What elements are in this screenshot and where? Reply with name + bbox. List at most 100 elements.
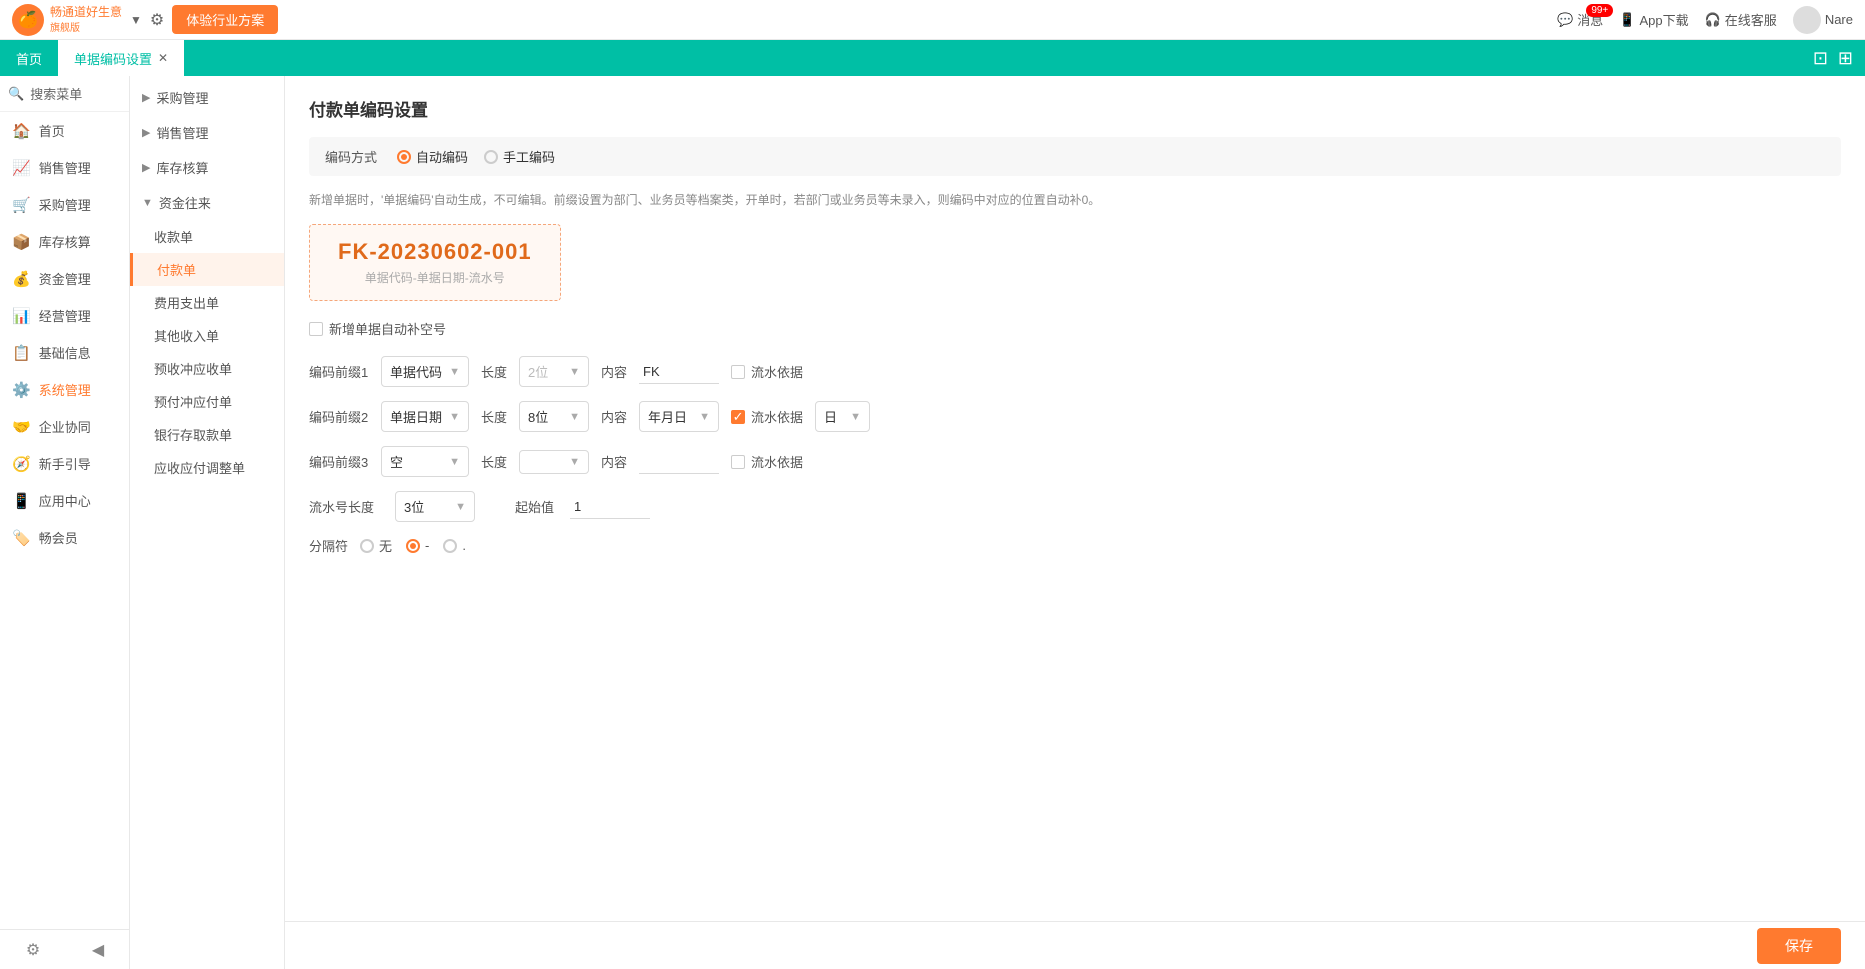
menu-item-other-income[interactable]: 其他收入单 <box>130 319 284 352</box>
sidebar-item-basics[interactable]: 📋 基础信息 <box>0 334 129 371</box>
sidebar-item-home[interactable]: 🏠 首页 <box>0 112 129 149</box>
serial-length-select[interactable]: 3位 ▼ <box>395 491 475 522</box>
guide-icon: 🧭 <box>12 455 31 473</box>
menu-item-bank[interactable]: 银行存取款单 <box>130 418 284 451</box>
separator-row: 分隔符 无 - . <box>309 536 1841 555</box>
content2-select[interactable]: 年月日 ▼ <box>639 401 719 432</box>
start-value-input[interactable] <box>570 495 650 519</box>
menu-item-prepay-pay[interactable]: 预付冲应付单 <box>130 385 284 418</box>
sidebar-item-apps[interactable]: 📱 应用中心 <box>0 482 129 519</box>
chevron-right-icon-2: ▶ <box>142 126 150 139</box>
tab-encoding-settings[interactable]: 单据编码设置 ✕ <box>58 40 184 76</box>
menu-header-sales[interactable]: ▶ 销售管理 <box>130 115 284 150</box>
maximize-icon[interactable]: ⊞ <box>1838 48 1853 69</box>
preview-code: FK-20230602-001 <box>338 239 532 265</box>
save-bar: 保存 <box>285 921 1865 969</box>
top-bar-right: 💬 消息 99+ 📱 App下载 🎧 在线客服 Nare <box>1557 6 1853 34</box>
gear-icon[interactable]: ⚙ <box>150 10 164 30</box>
sales-icon: 📈 <box>12 159 31 177</box>
minimize-icon[interactable]: ⊡ <box>1813 48 1828 69</box>
sep-none-radio <box>360 539 374 553</box>
finance-icon: 💰 <box>12 270 31 288</box>
content2-arrow-icon: ▼ <box>699 411 710 423</box>
sep-dash-radio <box>406 539 420 553</box>
sidebar-item-purchase[interactable]: 🛒 采购管理 <box>0 186 129 223</box>
menu-item-prepay-recv[interactable]: 预收冲应收单 <box>130 352 284 385</box>
menu-group-fund: ▼ 资金往来 收款单 付款单 费用支出单 其他收入单 预收冲应收单 预付冲应付单… <box>130 185 284 484</box>
basics-icon: 📋 <box>12 344 31 362</box>
collapse-icon[interactable]: ◀ <box>92 940 104 960</box>
app-download-button[interactable]: 📱 App下载 <box>1619 10 1688 29</box>
save-button[interactable]: 保存 <box>1757 928 1841 964</box>
sidebar-item-guide[interactable]: 🧭 新手引导 <box>0 445 129 482</box>
menu-group-purchase: ▶ 采购管理 <box>130 80 284 115</box>
settings-bottom-icon[interactable]: ⚙ <box>26 940 40 960</box>
sep-dot-radio <box>443 539 457 553</box>
menu-item-expense[interactable]: 费用支出单 <box>130 286 284 319</box>
menu-group-sales: ▶ 销售管理 <box>130 115 284 150</box>
member-icon: 🏷️ <box>12 529 31 547</box>
sidebar-item-sales[interactable]: 📈 销售管理 <box>0 149 129 186</box>
search-icon: 🔍 <box>8 86 24 102</box>
flow2-checkbox[interactable]: ✓ <box>731 410 745 424</box>
menu-item-receipt[interactable]: 收款单 <box>130 220 284 253</box>
length2-select[interactable]: 8位 ▼ <box>519 401 589 432</box>
apps-icon: 📱 <box>12 492 31 510</box>
search-menu-button[interactable]: 🔍 搜索菜单 <box>0 76 129 112</box>
content3-input[interactable] <box>639 450 719 474</box>
second-sidebar: ▶ 采购管理 ▶ 销售管理 ▶ 库存核算 ▼ 资金往来 收款单 付款单 费用支出… <box>130 76 285 969</box>
menu-header-inventory[interactable]: ▶ 库存核算 <box>130 150 284 185</box>
message-button[interactable]: 💬 消息 99+ <box>1557 10 1603 29</box>
phone-icon: 📱 <box>1619 12 1635 28</box>
day2-select[interactable]: 日 ▼ <box>815 401 870 432</box>
prefix1-select[interactable]: 单据代码 ▼ <box>381 356 469 387</box>
sidebar-item-operations[interactable]: 📊 经营管理 <box>0 297 129 334</box>
menu-header-fund[interactable]: ▼ 资金往来 <box>130 185 284 220</box>
separator-options: 无 - . <box>360 536 466 555</box>
sidebar-bottom: ⚙ ◀ <box>0 929 130 969</box>
purchase-icon: 🛒 <box>12 196 31 214</box>
system-icon: ⚙️ <box>12 381 31 399</box>
sidebar-item-inventory[interactable]: 📦 库存核算 <box>0 223 129 260</box>
auto-fill-row: 新增单据自动补空号 <box>309 319 1841 338</box>
chevron-right-icon-3: ▶ <box>142 161 150 174</box>
online-service-button[interactable]: 🎧 在线客服 <box>1705 10 1777 29</box>
menu-item-adjust[interactable]: 应收应付调整单 <box>130 451 284 484</box>
inventory-icon: 📦 <box>12 233 31 251</box>
menu-item-payment[interactable]: 付款单 <box>130 253 284 286</box>
trial-button[interactable]: 体验行业方案 <box>172 5 278 34</box>
radio-auto-checked <box>397 150 411 164</box>
prefix3-select[interactable]: 空 ▼ <box>381 446 469 477</box>
length1-select: 2位 ▼ <box>519 356 589 387</box>
prefix2-select[interactable]: 单据日期 ▼ <box>381 401 469 432</box>
top-bar: 🍊 畅通道好生意 旗舰版 ▼ ⚙ 体验行业方案 💬 消息 99+ 📱 App下载… <box>0 0 1865 40</box>
menu-header-purchase[interactable]: ▶ 采购管理 <box>130 80 284 115</box>
home-icon: 🏠 <box>12 122 31 140</box>
sidebar-item-enterprise[interactable]: 🤝 企业协同 <box>0 408 129 445</box>
flow3-checkbox[interactable] <box>731 455 745 469</box>
nav-tabs: 首页 单据编码设置 ✕ ⊡ ⊞ <box>0 40 1865 76</box>
sep-none[interactable]: 无 <box>360 536 392 555</box>
length3-arrow-icon: ▼ <box>569 456 580 468</box>
sep-dot[interactable]: . <box>443 538 466 553</box>
user-avatar[interactable]: Nare <box>1793 6 1853 34</box>
sidebar-item-system[interactable]: ⚙️ 系统管理 <box>0 371 129 408</box>
auto-fill-checkbox[interactable] <box>309 322 323 336</box>
chevron-right-icon: ▶ <box>142 91 150 104</box>
radio-manual-code[interactable]: 手工编码 <box>484 147 555 166</box>
logo-text: 畅通道好生意 旗舰版 <box>50 5 122 34</box>
encoding-method-row: 编码方式 自动编码 手工编码 <box>309 137 1841 176</box>
prefix-row-3: 编码前缀3 空 ▼ 长度 ▼ 内容 流水依据 <box>309 446 1841 477</box>
flow1-checkbox[interactable] <box>731 365 745 379</box>
avatar-image <box>1793 6 1821 34</box>
radio-auto-code[interactable]: 自动编码 <box>397 147 468 166</box>
content-area: 付款单编码设置 编码方式 自动编码 手工编码 新增单据时，'单据编码'自动生成，… <box>285 76 1865 969</box>
tab-close-icon[interactable]: ✕ <box>158 51 168 65</box>
content1-input[interactable] <box>639 360 719 384</box>
tab-home[interactable]: 首页 <box>0 40 58 76</box>
sep-dash[interactable]: - <box>406 538 429 553</box>
dropdown-arrow-icon[interactable]: ▼ <box>130 13 142 27</box>
flow1-checkbox-group: 流水依据 <box>731 362 803 381</box>
sidebar-item-finance[interactable]: 💰 资金管理 <box>0 260 129 297</box>
sidebar-item-member[interactable]: 🏷️ 畅会员 <box>0 519 129 556</box>
